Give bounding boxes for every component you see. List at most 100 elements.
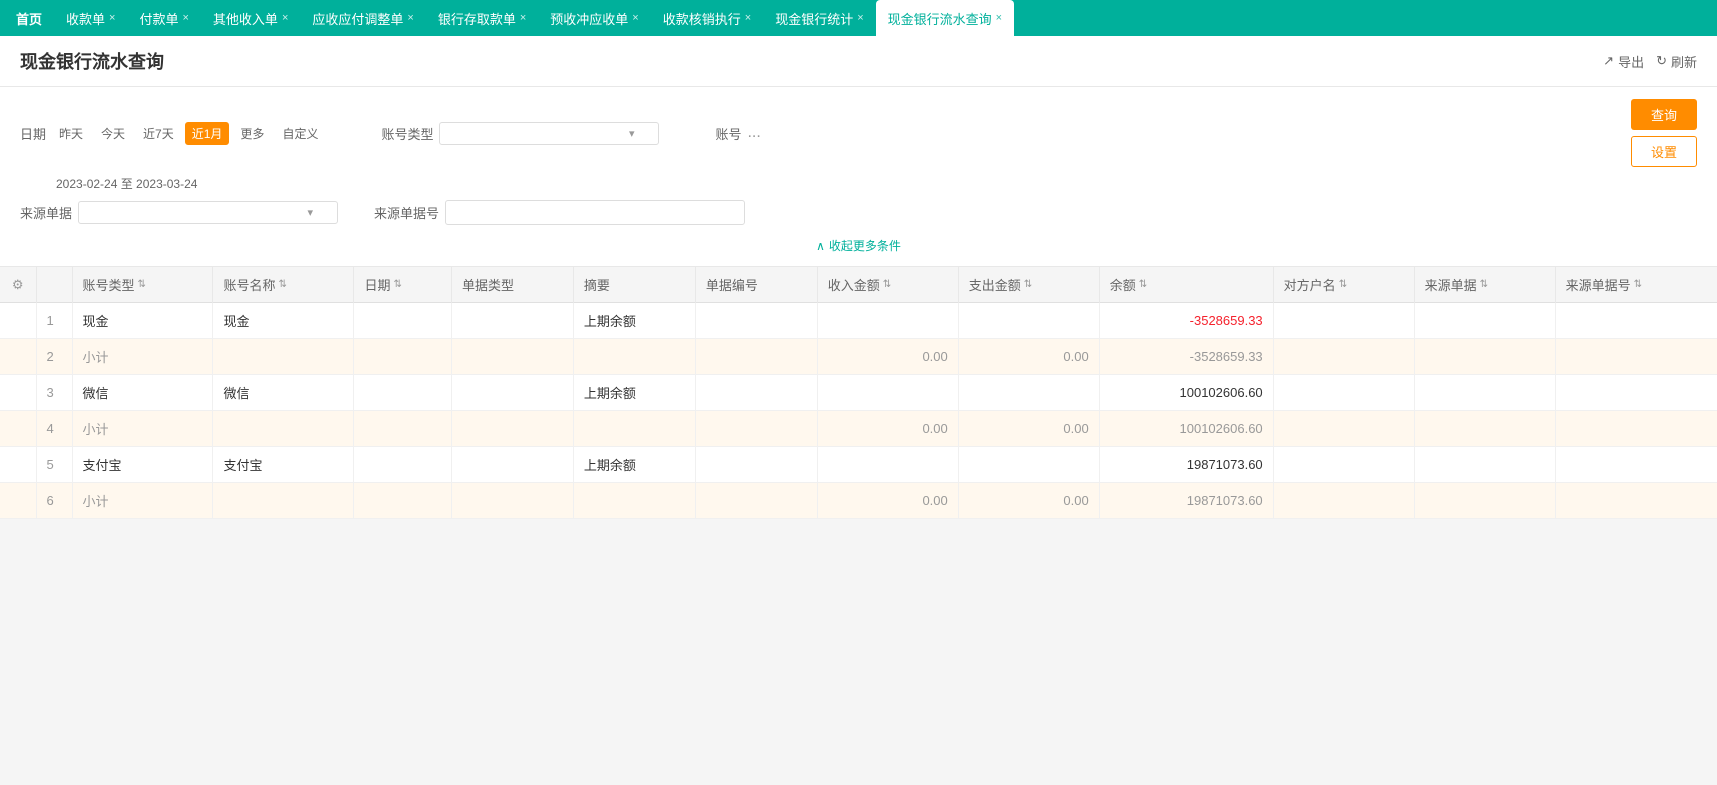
source-doc-no-input[interactable] — [445, 200, 745, 225]
td-summary — [573, 339, 695, 375]
close-icon[interactable]: × — [109, 12, 115, 24]
td-num: 3 — [36, 375, 72, 411]
nav-tab-bank-deposit[interactable]: 银行存取款单 × — [426, 0, 538, 36]
td-date — [354, 483, 452, 519]
td-doc-no — [695, 303, 817, 339]
date-btn-yesterday[interactable]: 昨天 — [52, 122, 90, 145]
close-icon[interactable]: × — [182, 12, 188, 24]
table-row: 2 小计 0.00 0.00 -3528659.33 — [0, 339, 1717, 375]
refresh-icon: ↻ — [1656, 53, 1667, 69]
nav-tab-home[interactable]: 首页 — [4, 0, 54, 36]
td-source-doc — [1414, 447, 1555, 483]
export-icon: ↗ — [1603, 53, 1614, 69]
sort-icon: ⇅ — [1480, 279, 1488, 290]
collapse-bar[interactable]: ∧ 收起更多条件 — [20, 233, 1697, 258]
td-income — [817, 375, 958, 411]
th-counterparty[interactable]: 对方户名 ⇅ — [1273, 267, 1414, 303]
td-income — [817, 303, 958, 339]
close-icon[interactable]: × — [996, 12, 1002, 24]
td-num: 6 — [36, 483, 72, 519]
th-balance[interactable]: 余额 ⇅ — [1099, 267, 1273, 303]
close-icon[interactable]: × — [282, 12, 288, 24]
td-expense — [958, 375, 1099, 411]
th-expense[interactable]: 支出金额 ⇅ — [958, 267, 1099, 303]
nav-tab-cash-bank-stat[interactable]: 现金银行统计 × — [763, 0, 875, 36]
date-range-text: 2023-02-24 至 2023-03-24 — [56, 177, 197, 191]
chevron-down-icon: ▾ — [629, 127, 635, 140]
td-settings — [0, 447, 36, 483]
settings-button[interactable]: 设置 — [1631, 136, 1697, 167]
date-btn-1month[interactable]: 近1月 — [185, 122, 230, 145]
td-balance: 100102606.60 — [1099, 375, 1273, 411]
source-doc-select[interactable]: ▾ — [78, 201, 338, 224]
close-icon[interactable]: × — [745, 12, 751, 24]
account-type-label: 账号类型 — [381, 124, 433, 143]
td-num: 4 — [36, 411, 72, 447]
th-source-doc[interactable]: 来源单据 ⇅ — [1414, 267, 1555, 303]
date-btn-7days[interactable]: 近7天 — [136, 122, 181, 145]
export-button[interactable]: ↗ 导出 — [1603, 52, 1644, 71]
td-source-doc — [1414, 375, 1555, 411]
td-counterparty — [1273, 339, 1414, 375]
td-source-doc — [1414, 339, 1555, 375]
td-source-doc-no — [1555, 303, 1717, 339]
th-account-type[interactable]: 账号类型 ⇅ — [72, 267, 213, 303]
nav-tab-ar-ap-adjust[interactable]: 应收应付调整单 × — [300, 0, 425, 36]
account-filter: 账号 ... — [715, 124, 760, 143]
td-source-doc-no — [1555, 339, 1717, 375]
table-body: 1 现金 现金 上期余额 -3528659.33 2 小计 0.00 0.00 … — [0, 303, 1717, 519]
filter-right-btns: 查询 设置 — [1631, 99, 1697, 167]
close-icon[interactable]: × — [520, 12, 526, 24]
nav-tab-other-income[interactable]: 其他收入单 × — [201, 0, 300, 36]
td-doc-no — [695, 447, 817, 483]
close-icon[interactable]: × — [632, 12, 638, 24]
sort-icon: ⇅ — [1139, 279, 1147, 290]
td-account-type: 小计 — [72, 483, 213, 519]
table-row: 3 微信 微信 上期余额 100102606.60 — [0, 375, 1717, 411]
td-summary — [573, 483, 695, 519]
td-summary: 上期余额 — [573, 447, 695, 483]
nav-tab-receipt-verify[interactable]: 收款核销执行 × — [651, 0, 763, 36]
query-button[interactable]: 查询 — [1631, 99, 1697, 130]
td-expense: 0.00 — [958, 483, 1099, 519]
gear-icon[interactable]: ⚙ — [12, 277, 24, 292]
td-num: 1 — [36, 303, 72, 339]
td-expense: 0.00 — [958, 339, 1099, 375]
sort-icon: ⇅ — [278, 279, 286, 290]
td-income: 0.00 — [817, 411, 958, 447]
table-container: ⚙ 账号类型 ⇅ 账号名称 ⇅ 日期 — [0, 267, 1717, 519]
close-icon[interactable]: × — [407, 12, 413, 24]
td-source-doc — [1414, 483, 1555, 519]
td-date — [354, 339, 452, 375]
th-source-doc-no[interactable]: 来源单据号 ⇅ — [1555, 267, 1717, 303]
td-doc-no — [695, 483, 817, 519]
td-summary: 上期余额 — [573, 375, 695, 411]
nav-tab-payment[interactable]: 付款单 × — [127, 0, 200, 36]
account-type-select[interactable]: ▾ — [439, 122, 659, 145]
th-account-name[interactable]: 账号名称 ⇅ — [213, 267, 354, 303]
sort-icon: ⇅ — [1634, 279, 1642, 290]
th-num — [36, 267, 72, 303]
date-options: 昨天 今天 近7天 近1月 更多 自定义 — [52, 122, 325, 145]
nav-tab-receipt[interactable]: 收款单 × — [54, 0, 127, 36]
nav-tab-advance-receipt[interactable]: 预收冲应收单 × — [538, 0, 650, 36]
close-icon[interactable]: × — [857, 12, 863, 24]
td-source-doc — [1414, 303, 1555, 339]
td-source-doc-no — [1555, 375, 1717, 411]
td-account-name: 现金 — [213, 303, 354, 339]
table-row: 4 小计 0.00 0.00 100102606.60 — [0, 411, 1717, 447]
td-doc-type — [451, 339, 573, 375]
refresh-button[interactable]: ↻ 刷新 — [1656, 52, 1697, 71]
td-doc-type — [451, 303, 573, 339]
th-income[interactable]: 收入金额 ⇅ — [817, 267, 958, 303]
account-label: 账号 — [715, 124, 741, 143]
nav-tab-cash-bank-flow[interactable]: 现金银行流水查询 × — [876, 0, 1014, 36]
account-dots[interactable]: ... — [747, 124, 760, 142]
collapse-up-icon: ∧ — [816, 239, 825, 253]
th-date[interactable]: 日期 ⇅ — [354, 267, 452, 303]
date-btn-more[interactable]: 更多 — [233, 122, 271, 145]
date-btn-today[interactable]: 今天 — [94, 122, 132, 145]
td-date — [354, 303, 452, 339]
date-btn-custom[interactable]: 自定义 — [275, 122, 325, 145]
data-table: ⚙ 账号类型 ⇅ 账号名称 ⇅ 日期 — [0, 267, 1717, 519]
